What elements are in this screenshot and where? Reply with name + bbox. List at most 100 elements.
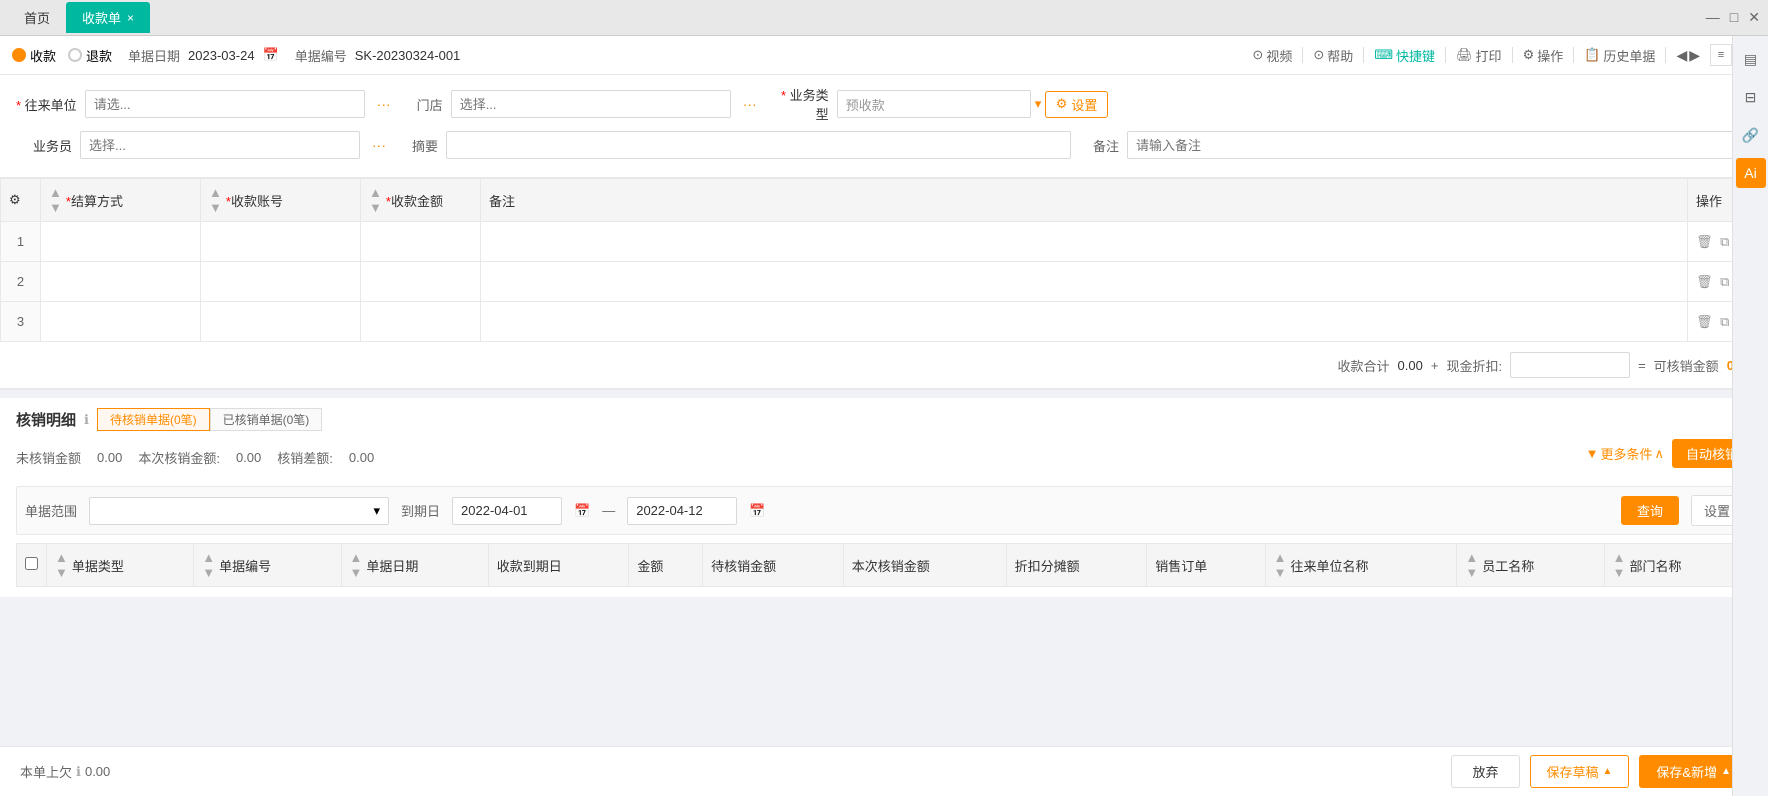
range-select[interactable]: ▾ — [89, 497, 389, 525]
amount-sort-icon[interactable]: ▲▼ — [369, 185, 382, 215]
tab-active[interactable]: 收款单 × — [66, 2, 150, 33]
staff-input[interactable] — [80, 131, 360, 159]
divider6 — [1665, 47, 1666, 63]
biz-type-dropdown-icon[interactable]: ▾ — [1035, 96, 1042, 112]
print-btn[interactable]: 🖨 打印 — [1456, 46, 1502, 65]
tab-close-icon[interactable]: × — [127, 11, 134, 25]
query-btn[interactable]: 查询 — [1621, 496, 1679, 525]
row-2-remark[interactable] — [481, 262, 1688, 302]
row-1-method[interactable] — [41, 222, 201, 262]
nav-prev[interactable]: ◀ — [1676, 47, 1687, 64]
row-3-method[interactable] — [41, 302, 201, 342]
row-1-remark[interactable] — [481, 222, 1688, 262]
more-conditions-btn[interactable]: ▼ 更多条件 ∧ — [1586, 444, 1664, 463]
dept-sort-icon[interactable]: ▲▼ — [1613, 550, 1626, 580]
row-2-copy-icon[interactable]: ⧉ — [1720, 274, 1729, 289]
divider2 — [1363, 47, 1364, 63]
radio-refund[interactable]: 退款 — [68, 46, 112, 65]
row-2-delete-icon[interactable]: 🗑 — [1696, 274, 1713, 289]
staff-sort-icon[interactable]: ▲▼ — [1465, 550, 1478, 580]
discard-button[interactable]: 放弃 — [1451, 755, 1519, 788]
row-2-amount[interactable] — [361, 262, 481, 302]
info-icon[interactable]: ℹ — [76, 764, 81, 780]
staff-more-btn[interactable]: ··· — [368, 137, 390, 153]
biz-type-input[interactable] — [837, 90, 1031, 118]
divider4 — [1512, 47, 1513, 63]
row-1-copy-icon[interactable]: ⧉ — [1720, 234, 1729, 249]
col-dept-label: 部门名称 — [1630, 556, 1682, 575]
row-2-method[interactable] — [41, 262, 201, 302]
doc-date-label: 单据日期 — [128, 46, 180, 65]
settings-button[interactable]: ⚙ 设置 — [1045, 91, 1109, 118]
col-sales-label: 销售订单 — [1155, 559, 1207, 574]
counterpart-sort-icon[interactable]: ▲▼ — [1274, 550, 1287, 580]
sidebar-table-icon[interactable]: ▤ — [1736, 44, 1766, 74]
select-all-checkbox[interactable] — [25, 557, 38, 570]
table-settings-icon[interactable]: ⚙ — [9, 192, 21, 207]
form-row-2: 业务员 ··· 摘要 备注 — [16, 131, 1752, 159]
save-draft-button[interactable]: 保存草稿 ▲ — [1530, 755, 1630, 788]
row-1-delete-icon[interactable]: 🗑 — [1696, 234, 1713, 249]
view-list-btn[interactable]: ≡ — [1710, 44, 1732, 66]
type-sort-icon[interactable]: ▲▼ — [55, 550, 68, 580]
row-1-account[interactable] — [201, 222, 361, 262]
ops-btn[interactable]: ⚙ 操作 — [1523, 46, 1564, 65]
radio-receipt-label: 收款 — [30, 46, 56, 65]
verify-info-icon[interactable]: ℹ — [84, 412, 89, 428]
this-time-value: 0.00 — [236, 450, 261, 465]
col-account-header: ▲▼ *收款账号 — [201, 179, 361, 222]
current-label: 本单上欠 — [20, 762, 72, 781]
calendar-icon[interactable]: 📅 — [263, 47, 279, 63]
store-more-btn[interactable]: ··· — [739, 96, 761, 112]
shortcut-btn[interactable]: ⌨ 快捷键 — [1374, 46, 1435, 65]
account-sort-icon[interactable]: ▲▼ — [209, 185, 222, 215]
sidebar-link-icon[interactable]: 🔗 — [1736, 120, 1766, 150]
remark-input[interactable] — [1127, 131, 1752, 159]
shortcut-icon: ⌨ — [1374, 47, 1393, 63]
discount-input[interactable] — [1510, 352, 1630, 378]
nav-next[interactable]: ▶ — [1689, 47, 1700, 64]
method-sort-icon[interactable]: ▲▼ — [49, 185, 62, 215]
maximize-btn[interactable]: □ — [1730, 9, 1738, 26]
row-3-copy-icon[interactable]: ⧉ — [1720, 314, 1729, 329]
save-draft-label: 保存草稿 — [1547, 762, 1599, 781]
date-end-input[interactable] — [627, 497, 737, 525]
row-3-remark[interactable] — [481, 302, 1688, 342]
verify-tab-pending[interactable]: 待核销单据(0笔) — [97, 408, 210, 431]
store-input[interactable] — [451, 90, 731, 118]
row-2-account[interactable] — [201, 262, 361, 302]
row-3-delete-icon[interactable]: 🗑 — [1696, 314, 1713, 329]
date-sort-icon[interactable]: ▲▼ — [350, 550, 363, 580]
video-btn[interactable]: ⊙ 视频 — [1252, 46, 1292, 65]
row-3-account[interactable] — [201, 302, 361, 342]
counterpart-input[interactable] — [85, 90, 365, 118]
col-date-label: 单据日期 — [366, 556, 418, 575]
history-btn[interactable]: 📋 历史单据 — [1584, 46, 1655, 65]
row-3-amount[interactable] — [361, 302, 481, 342]
nav-arrows: ◀ ▶ — [1676, 47, 1700, 64]
table-row: 3 🗑 ⧉ — [1, 302, 1768, 342]
radio-receipt[interactable]: 收款 — [12, 46, 56, 65]
col-this-header: 本次核销金额 — [843, 544, 1006, 587]
doc-no-info: 单据编号 SK-20230324-001 — [295, 46, 461, 65]
help-btn[interactable]: ⊙ 帮助 — [1313, 46, 1353, 65]
receipt-table: ⚙ ▲▼ *结算方式 ▲▼ *收款账号 ▲▼ — [0, 178, 1768, 342]
date-end-icon[interactable]: 📅 — [749, 503, 765, 519]
tab-home[interactable]: 首页 — [8, 2, 66, 33]
sidebar-ai-icon[interactable]: Ai — [1736, 158, 1766, 188]
counterpart-label: 往来单位 — [16, 95, 77, 114]
no-sort-icon[interactable]: ▲▼ — [202, 550, 215, 580]
verify-tab-completed[interactable]: 已核销单据(0笔) — [210, 408, 323, 431]
divider1 — [1302, 47, 1303, 63]
date-start-icon[interactable]: 📅 — [574, 503, 590, 519]
close-btn[interactable]: ✕ — [1748, 9, 1760, 26]
col-staff-label: 员工名称 — [1482, 556, 1534, 575]
filter-icon: ▼ — [1586, 446, 1599, 461]
col-settings-header[interactable]: ⚙ — [1, 179, 41, 222]
minimize-btn[interactable]: — — [1706, 9, 1720, 26]
row-1-amount[interactable] — [361, 222, 481, 262]
summary-input[interactable] — [446, 131, 1071, 159]
counterpart-more-btn[interactable]: ··· — [373, 96, 395, 112]
date-start-input[interactable] — [452, 497, 562, 525]
sidebar-list-icon[interactable]: ⊟ — [1736, 82, 1766, 112]
